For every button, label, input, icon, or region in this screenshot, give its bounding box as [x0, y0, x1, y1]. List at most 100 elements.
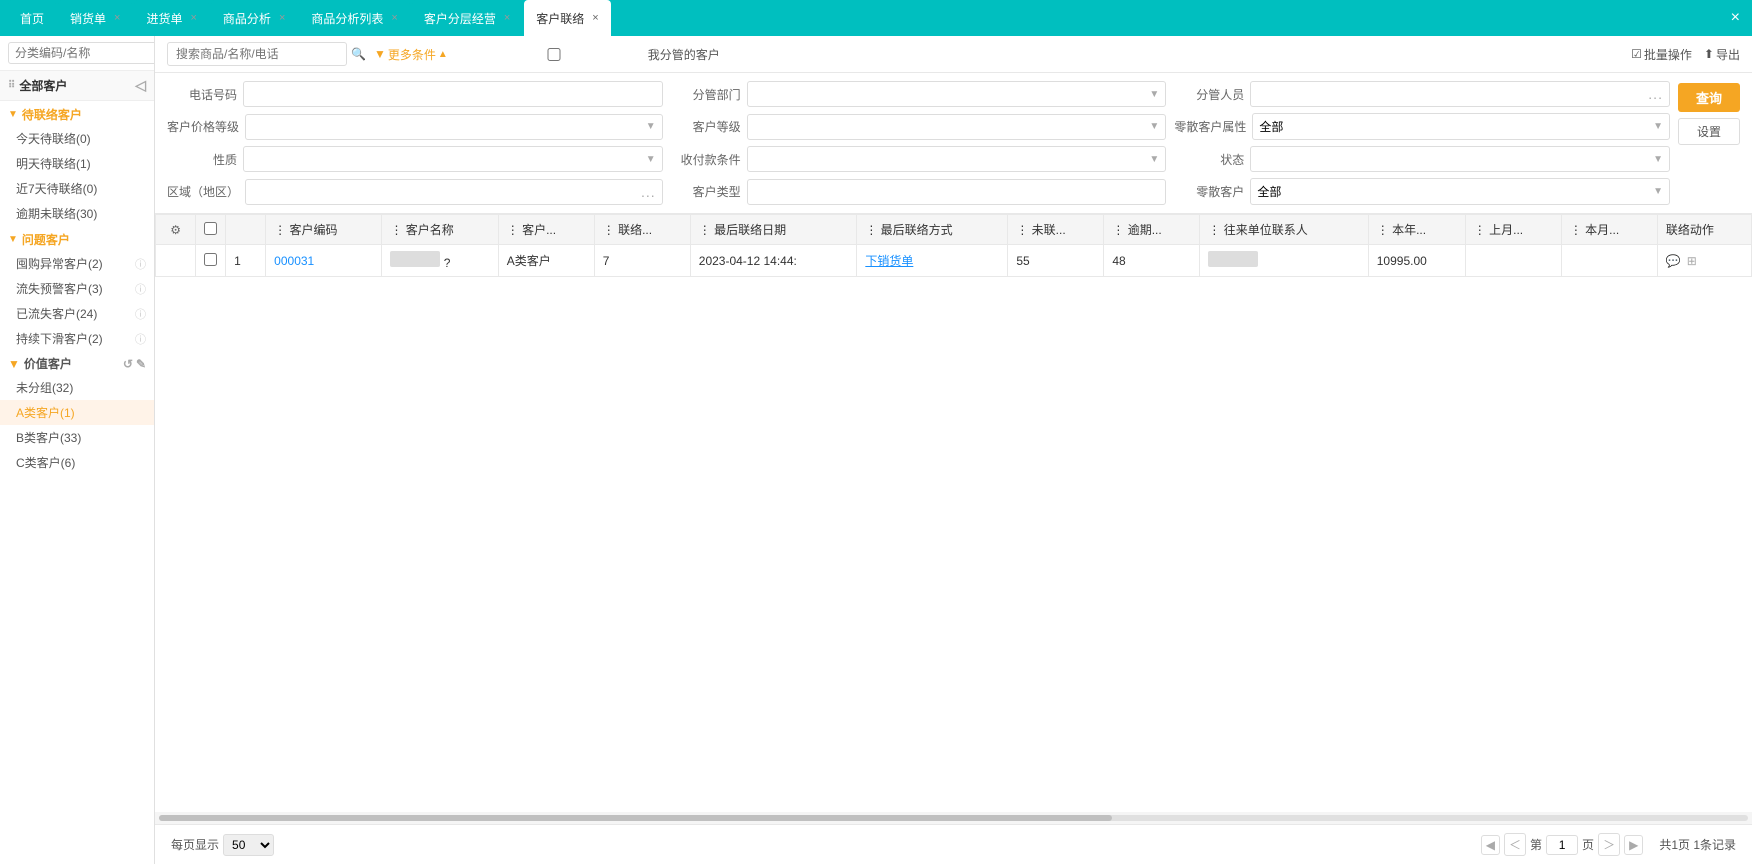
customer-level-select[interactable]: ▼	[747, 114, 1167, 140]
tab-purchase[interactable]: 进货单 ×	[134, 0, 208, 36]
this-month-column-header[interactable]: ⋮ 本月...	[1561, 215, 1657, 245]
info-icon-4: ⓘ	[135, 331, 146, 347]
row-action: 💬 ⊞	[1657, 245, 1751, 277]
more-filter-button[interactable]: ▼ 更多条件 ▲	[374, 46, 448, 63]
unit-contact-column-header[interactable]: ⋮ 往来单位联系人	[1200, 215, 1368, 245]
last-page-button[interactable]: ▶	[1624, 835, 1643, 855]
last-contact-method-column-header[interactable]: ⋮ 最后联络方式	[857, 215, 1008, 245]
sidebar-item-tomorrow-contact[interactable]: 明天待联络(1)	[0, 151, 154, 176]
sidebar-item-declining[interactable]: 持续下滑客户(2) ⓘ	[0, 326, 154, 351]
sparse-attr-label: 零散客户属性	[1174, 118, 1246, 135]
contact-column-header[interactable]: ⋮ 联络...	[594, 215, 690, 245]
close-goods-list-tab[interactable]: ×	[391, 12, 397, 24]
overdue-column-header[interactable]: ⋮ 逾期...	[1104, 215, 1200, 245]
price-level-select[interactable]: ▼	[245, 114, 663, 140]
export-button[interactable]: ⬆ 导出	[1704, 46, 1740, 63]
name-column-header[interactable]: ⋮ 客户名称	[382, 215, 498, 245]
filter-row-3: 性质 ▼ 收付款条件 ▼	[167, 146, 1670, 172]
tab-goods-analysis-list[interactable]: 商品分析列表 ×	[299, 0, 409, 36]
filter-customer-level: 客户等级 ▼	[671, 114, 1167, 140]
region-select[interactable]: ...	[245, 179, 663, 205]
filter-form: 电话号码 分管部门 ▼ 分管人员	[155, 73, 1752, 214]
sidebar-item-7day-contact[interactable]: 近7天待联络(0)	[0, 176, 154, 201]
filter-price-level: 客户价格等级 ▼	[167, 114, 663, 140]
this-year-column-header[interactable]: ⋮ 本年...	[1368, 215, 1465, 245]
no-contact-column-header[interactable]: ⋮ 未联...	[1008, 215, 1104, 245]
filter-person: 分管人员 ...	[1174, 81, 1670, 107]
close-purchase-tab[interactable]: ×	[190, 12, 196, 24]
search-input[interactable]	[167, 42, 347, 66]
row-checkbox[interactable]	[204, 253, 217, 266]
sidebar-collapse-button[interactable]: ◁	[135, 77, 146, 94]
checkbox-column-header	[196, 215, 226, 245]
scrollbar-thumb[interactable]	[159, 815, 1112, 821]
nature-select[interactable]: ▼	[243, 146, 663, 172]
filter-row-4: 区域（地区） ... 客户类型	[167, 178, 1670, 205]
current-page-input[interactable]	[1546, 835, 1578, 855]
next-page-button[interactable]: ＞	[1598, 833, 1620, 856]
phone-input[interactable]	[243, 81, 663, 107]
sparse-customer-arrow-icon: ▼	[1653, 186, 1663, 197]
info-icon: ⓘ	[135, 256, 146, 272]
sparse-customer-label: 零散客户	[1174, 183, 1244, 200]
sidebar-item-b-class[interactable]: B类客户(33)	[0, 425, 154, 450]
last-month-column-header[interactable]: ⋮ 上月...	[1465, 215, 1561, 245]
tab-customer-contact[interactable]: 客户联络 ×	[524, 0, 610, 36]
first-page-button[interactable]: ◀	[1481, 835, 1500, 855]
close-sales-tab[interactable]: ×	[114, 12, 120, 24]
sidebar-item-churned[interactable]: 已流失客户(24) ⓘ	[0, 301, 154, 326]
row-last-contact-method[interactable]: 下销货单	[857, 245, 1008, 277]
horizontal-scrollbar[interactable]	[155, 812, 1752, 824]
batch-ops-button[interactable]: ☑ 批量操作	[1631, 46, 1692, 63]
payment-select[interactable]: ▼	[747, 146, 1167, 172]
select-all-checkbox[interactable]	[204, 222, 217, 235]
query-button[interactable]: 查询	[1678, 83, 1740, 112]
tab-home[interactable]: 首页	[8, 0, 56, 36]
tab-goods-analysis[interactable]: 商品分析 ×	[211, 0, 297, 36]
sparse-customer-select[interactable]: 全部 ▼	[1250, 178, 1670, 205]
sidebar-item-today-contact[interactable]: 今天待联络(0)	[0, 126, 154, 151]
close-goods-analysis-tab[interactable]: ×	[279, 12, 285, 24]
my-customers-checkbox[interactable]	[464, 48, 644, 61]
person-select[interactable]: ...	[1250, 81, 1670, 107]
refresh-icon[interactable]: ↺	[123, 357, 133, 371]
info-icon-3: ⓘ	[135, 306, 146, 322]
row-last-month	[1465, 245, 1561, 277]
main-layout: 🔍 ⠿ 全部客户 ◁ ▼ 待联络客户 今天待联络(0) 明天待联络(1) 近7天…	[0, 36, 1752, 864]
footer-pagination: 每页显示 50 100 200 ◀ ＜ 第 页 ＞ ▶ 共1页 1条记录	[155, 824, 1752, 864]
settings-button[interactable]: 设置	[1678, 118, 1740, 145]
my-customers-checkbox-label[interactable]: 我分管的客户	[464, 46, 720, 63]
gear-column-header[interactable]: ⚙	[156, 215, 196, 245]
prev-page-button[interactable]: ＜	[1504, 833, 1526, 856]
filter-customer-type: 客户类型	[671, 179, 1167, 205]
sidebar-search-input[interactable]	[8, 42, 155, 64]
tab-sales[interactable]: 销货单 ×	[58, 0, 132, 36]
window-close-button[interactable]: ×	[1727, 5, 1744, 31]
action-column-header: 联络动作	[1657, 215, 1751, 245]
customer-type-input[interactable]	[747, 179, 1167, 205]
dots-icon: ⠿	[8, 80, 15, 91]
sparse-attr-select[interactable]: 全部 ▼	[1252, 113, 1670, 140]
last-contact-date-column-header[interactable]: ⋮ 最后联络日期	[690, 215, 857, 245]
code-column-header[interactable]: ⋮ 客户编码	[266, 215, 382, 245]
close-customer-contact-tab[interactable]: ×	[592, 12, 598, 24]
status-select[interactable]: ▼	[1250, 146, 1670, 172]
edit-icon[interactable]: ✎	[136, 357, 146, 371]
sidebar-item-a-class[interactable]: A类客户(1)	[0, 400, 154, 425]
content-area: 🔍 ▼ 更多条件 ▲ 我分管的客户 ☑ 批量操作 ⬆ 导出	[155, 36, 1752, 864]
filter-sparse-attr: 零散客户属性 全部 ▼	[1174, 113, 1670, 140]
sidebar-item-hoarding[interactable]: 囤购异常客户(2) ⓘ	[0, 251, 154, 276]
sidebar-item-overdue-contact[interactable]: 逾期未联络(30)	[0, 201, 154, 226]
search-button[interactable]: 🔍	[351, 47, 366, 61]
sidebar-item-unclassified[interactable]: 未分组(32)	[0, 375, 154, 400]
chat-icon[interactable]: 💬	[1666, 254, 1681, 268]
grid-icon[interactable]: ⊞	[1687, 254, 1697, 268]
sidebar-item-churn-warning[interactable]: 流失预警客户(3) ⓘ	[0, 276, 154, 301]
tab-customer-segment[interactable]: 客户分层经营 ×	[412, 0, 522, 36]
type-column-header[interactable]: ⋮ 客户...	[498, 215, 594, 245]
close-customer-segment-tab[interactable]: ×	[504, 12, 510, 24]
department-select[interactable]: ▼	[747, 81, 1167, 107]
sidebar-item-c-class[interactable]: C类客户(6)	[0, 450, 154, 475]
per-page-select[interactable]: 50 100 200	[223, 834, 274, 856]
row-code[interactable]: 000031	[266, 245, 382, 277]
